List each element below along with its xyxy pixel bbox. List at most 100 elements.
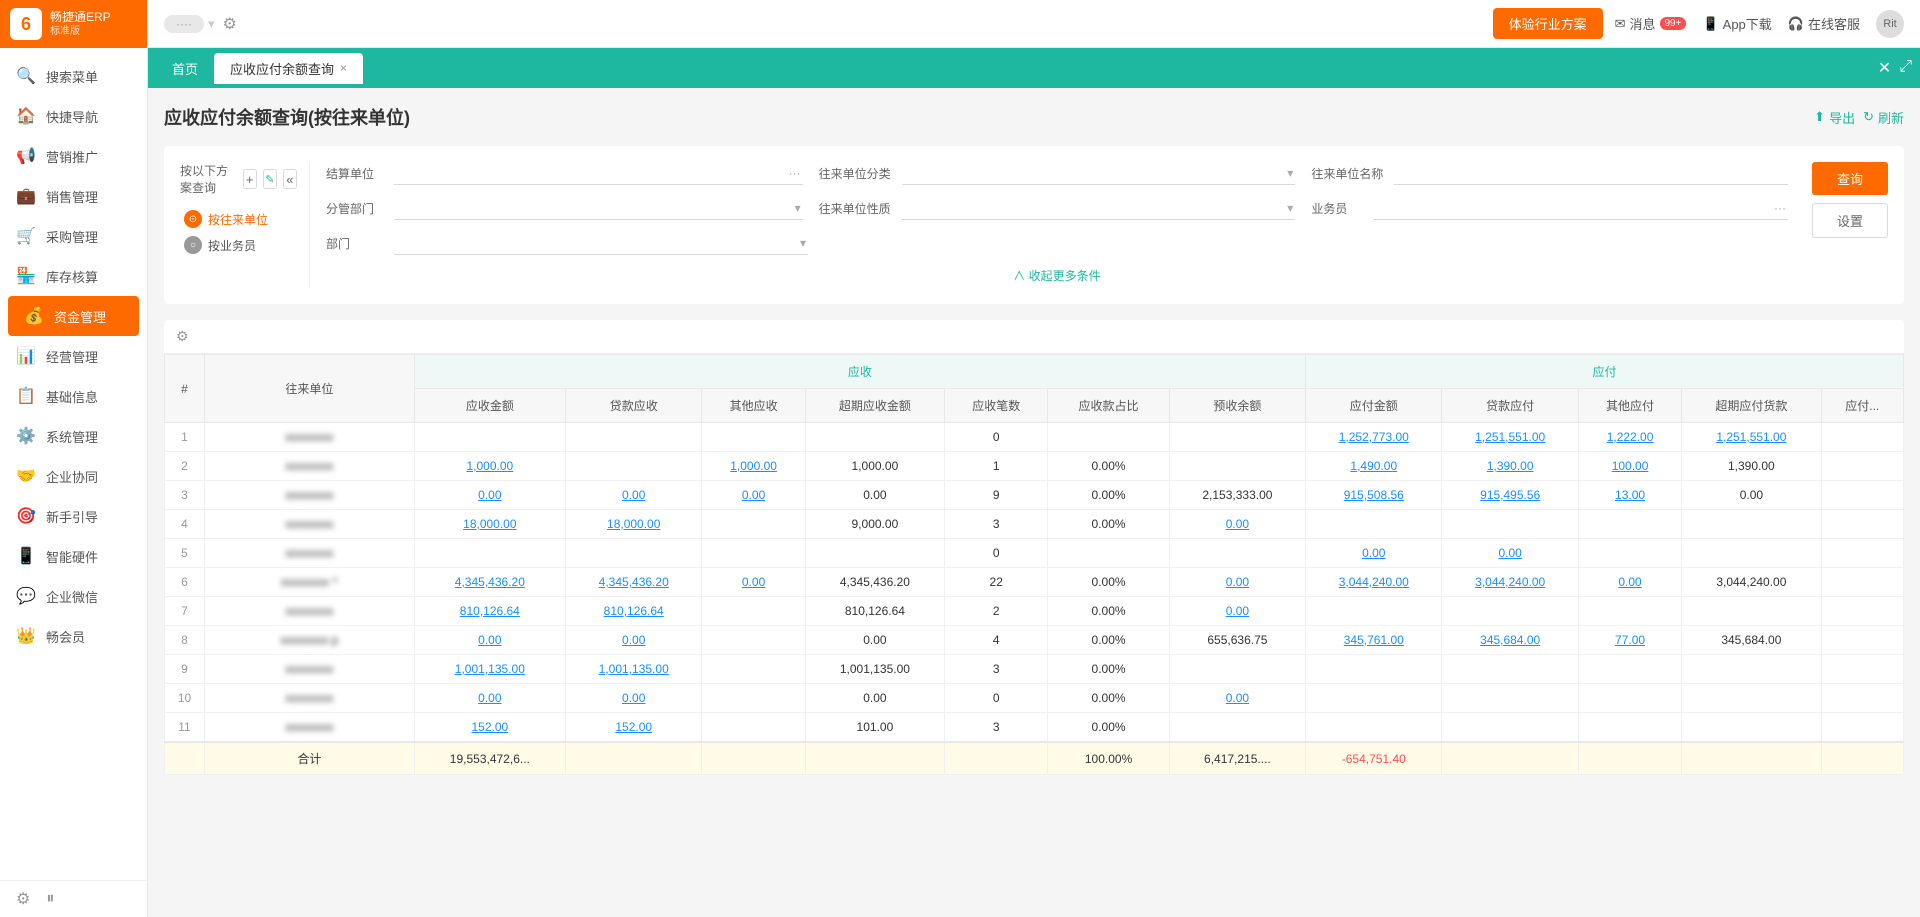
salesperson-input[interactable] (1376, 201, 1774, 215)
window-close-icon[interactable]: ✕ (1878, 58, 1891, 78)
settings-button[interactable]: 设置 (1812, 203, 1888, 238)
main-content: ···· ▾ ⚙ 体验行业方案 ✉ 消息 99+ 📱 App下载 🎧 在 (148, 0, 1920, 917)
export-icon: ⬆ (1814, 109, 1825, 125)
department-label: 部门 (326, 235, 386, 252)
sidebar-item-wechat[interactable]: 💬 企业微信 (0, 576, 147, 616)
partner-category-input[interactable] (904, 166, 1288, 180)
col-ar-prepay: 预收余额 (1169, 389, 1305, 423)
table-row: 8 xxxxxxxx p 0.00 0.00 0.00 4 0.00% 655,… (165, 626, 1904, 655)
col-ar-ratio: 应收款占比 (1048, 389, 1169, 423)
settlement-unit-input[interactable] (396, 166, 789, 180)
tab-close-icon[interactable]: × (340, 61, 347, 75)
tab-home[interactable]: 首页 (156, 53, 214, 84)
search-mode-by-salesperson[interactable]: ○ 按业务员 (180, 232, 297, 258)
by-partner-icon: ⊙ (184, 210, 202, 228)
search-panel: 按以下方案查询 + ✎ « ⊙ 按往来单位 ○ 按业务员 (164, 146, 1904, 304)
basic-icon: 📋 (16, 386, 36, 406)
col-idx: # (165, 355, 205, 423)
table-row: 6 xxxxxxxx ^ 4,345,436.20 4,345,436.20 0… (165, 568, 1904, 597)
app-download-item[interactable]: 📱 App下载 (1702, 14, 1771, 33)
sidebar-item-vip[interactable]: 👑 畅会员 (0, 616, 147, 656)
query-button[interactable]: 查询 (1812, 162, 1888, 195)
breadcrumb: ···· ▾ ⚙ (164, 14, 1481, 34)
sidebar-item-basic[interactable]: 📋 基础信息 (0, 376, 147, 416)
col-ar-count: 应收笔数 (945, 389, 1048, 423)
search-menu-icon: 🔍 (16, 66, 36, 86)
partner-name-cell: xxxxxxxx p (205, 626, 415, 655)
partner-name-cell: xxxxxxxx (205, 655, 415, 684)
sidebar-collapse-btn[interactable]: ⏸ (46, 890, 54, 908)
message-icon: ✉ (1615, 16, 1626, 32)
sidebar-item-sales[interactable]: 💼 销售管理 (0, 176, 147, 216)
department-input[interactable] (396, 236, 800, 250)
system-icon: ⚙️ (16, 426, 36, 446)
division-dept-input[interactable] (396, 201, 795, 215)
sidebar-item-operations[interactable]: 📊 经营管理 (0, 336, 147, 376)
app-download-icon: 📱 (1702, 16, 1718, 32)
sidebar-menu: 🔍 搜索菜单 🏠 快捷导航 📢 营销推广 💼 销售管理 🛒 采购管理 🏪 (0, 48, 147, 880)
partner-nature-label: 往来单位性质 (819, 200, 894, 217)
sidebar-item-capital[interactable]: 💰 资金管理 (8, 296, 139, 336)
partner-name-cell: xxxxxxxx (205, 597, 415, 626)
message-item[interactable]: ✉ 消息 99+ (1615, 14, 1687, 33)
nav-settings-icon[interactable]: ⚙ (223, 14, 237, 34)
sidebar-settings-btn[interactable]: ⚙ (16, 889, 30, 909)
settlement-unit-dots[interactable]: ··· (789, 166, 801, 180)
add-scheme-btn[interactable]: + (243, 169, 257, 189)
online-service-item[interactable]: 🎧 在线客服 (1788, 14, 1860, 33)
nav-right: ✉ 消息 99+ 📱 App下载 🎧 在线客服 Rit (1615, 10, 1904, 38)
partner-nature-input[interactable] (904, 201, 1288, 215)
partner-name-cell: xxxxxxxx (205, 452, 415, 481)
partner-name-cell: xxxxxxxx (205, 684, 415, 713)
settlement-unit-label: 结算单位 (326, 165, 386, 182)
search-mode-by-partner[interactable]: ⊙ 按往来单位 (180, 206, 297, 232)
collab-icon: 🤝 (16, 466, 36, 486)
promo-button[interactable]: 体验行业方案 (1493, 8, 1603, 39)
collapse-scheme-btn[interactable]: « (283, 169, 297, 189)
partner-nature-field: 往来单位性质 ▾ (819, 197, 1296, 220)
search-action-buttons: 查询 设置 (1812, 162, 1888, 288)
sidebar-item-guide[interactable]: 🎯 新手引导 (0, 496, 147, 536)
sidebar-item-search[interactable]: 🔍 搜索菜单 (0, 56, 147, 96)
table-row: 2 xxxxxxxx 1,000.00 1,000.00 1,000.00 1 … (165, 452, 1904, 481)
nav-path: ···· ▾ (164, 15, 215, 33)
partner-name-cell: xxxxxxxx ^ (205, 568, 415, 597)
top-nav: ···· ▾ ⚙ 体验行业方案 ✉ 消息 99+ 📱 App下载 🎧 在 (148, 0, 1920, 48)
sidebar: 6 畅捷通ERP 标准版 🔍 搜索菜单 🏠 快捷导航 📢 营销推广 💼 (0, 0, 148, 917)
salesperson-dots[interactable]: ··· (1774, 201, 1786, 215)
tab-ar-ap[interactable]: 应收应付余额查询 × (214, 53, 363, 84)
col-group-ar: 应收 (414, 355, 1305, 389)
col-ap-overdue: 超期应付货款 (1682, 389, 1821, 423)
collapse-up-icon: ∧ (1013, 269, 1025, 283)
total-row: 合计 19,553,472,6... 100.00% 6,417,215....… (165, 742, 1904, 775)
user-avatar[interactable]: Rit (1876, 10, 1904, 38)
table-row: 1 xxxxxxxx 0 1,252,773.00 1,251,55 (165, 423, 1904, 452)
sidebar-item-collab[interactable]: 🤝 企业协同 (0, 456, 147, 496)
window-expand-icon[interactable]: ⤢ (1899, 58, 1912, 78)
table-settings-row: ⚙ (164, 320, 1904, 354)
partner-name-cell: xxxxxxxx (205, 423, 415, 452)
partner-name-input[interactable] (1396, 166, 1786, 180)
sidebar-item-system[interactable]: ⚙️ 系统管理 (0, 416, 147, 456)
vip-icon: 👑 (16, 626, 36, 646)
collapse-more-btn[interactable]: ∧ 收起更多条件 (326, 263, 1788, 288)
inventory-icon: 🏪 (16, 266, 36, 286)
sidebar-item-hardware[interactable]: 📱 智能硬件 (0, 536, 147, 576)
col-ar-amount: 应收金额 (414, 389, 565, 423)
edit-scheme-btn[interactable]: ✎ (263, 169, 277, 189)
nav-path-text: ···· (164, 15, 204, 33)
sidebar-item-inventory[interactable]: 🏪 库存核算 (0, 256, 147, 296)
purchase-icon: 🛒 (16, 226, 36, 246)
partner-category-arrow: ▾ (1287, 166, 1293, 180)
sidebar-item-marketing[interactable]: 📢 营销推广 (0, 136, 147, 176)
quick-nav-icon: 🏠 (16, 106, 36, 126)
sidebar-item-quick-nav[interactable]: 🏠 快捷导航 (0, 96, 147, 136)
col-group-ap: 应付 (1306, 355, 1904, 389)
table-row: 9 xxxxxxxx 1,001,135.00 1,001,135.00 1,0… (165, 655, 1904, 684)
table-row: 5 xxxxxxxx 0 0.00 0.00 (165, 539, 1904, 568)
export-button[interactable]: ⬆ 导出 (1814, 108, 1855, 127)
sidebar-item-purchase[interactable]: 🛒 采购管理 (0, 216, 147, 256)
logo-icon: 6 (10, 8, 42, 40)
table-settings-icon[interactable]: ⚙ (176, 328, 189, 345)
refresh-button[interactable]: ↻ 刷新 (1863, 108, 1904, 127)
